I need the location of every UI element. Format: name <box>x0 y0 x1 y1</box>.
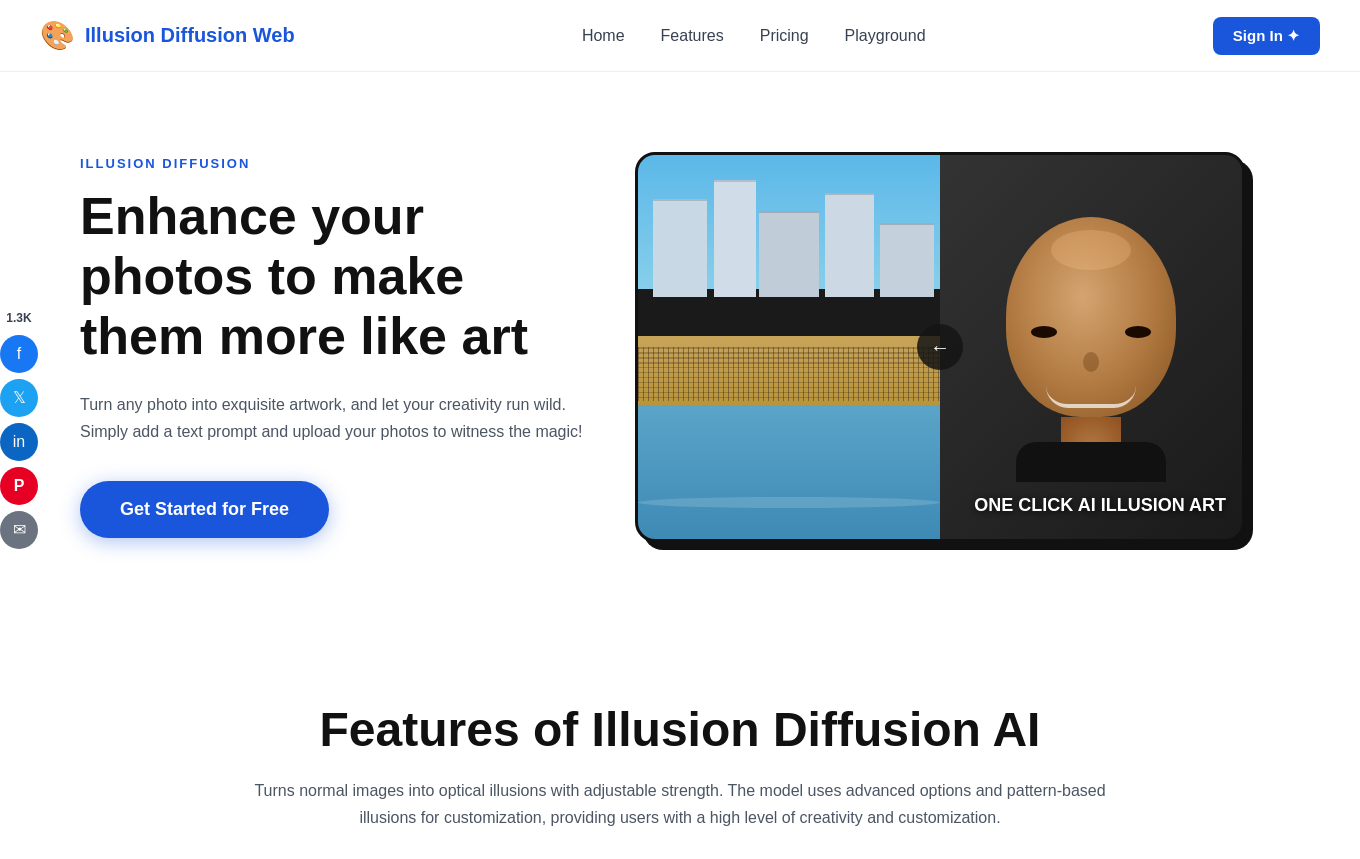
features-description: Turns normal images into optical illusio… <box>230 777 1130 831</box>
hero-face-side <box>940 155 1242 539</box>
features-title: Features of Illusion Diffusion AI <box>40 702 1320 757</box>
twitter-share-button[interactable]: 𝕏 <box>0 379 38 417</box>
linkedin-share-button[interactable]: in <box>0 423 38 461</box>
nav-playground[interactable]: Playground <box>845 27 926 44</box>
cta-button[interactable]: Get Started for Free <box>80 481 329 538</box>
social-sidebar: 1.3K f 𝕏 in P ✉ <box>0 301 38 559</box>
navbar: 🎨 Illusion Diffusion Web Home Features P… <box>0 0 1360 72</box>
overlay-text: ONE CLICK AI ILLUSION ART <box>974 494 1226 517</box>
brand-logo[interactable]: 🎨 Illusion Diffusion Web <box>40 19 295 52</box>
split-arrow-icon: ← <box>917 324 963 370</box>
email-share-button[interactable]: ✉ <box>0 511 38 549</box>
nav-home[interactable]: Home <box>582 27 625 44</box>
hero-section: ILLUSION DIFFUSION Enhance your photos t… <box>0 72 1360 622</box>
beach-crowd <box>638 347 940 401</box>
overlay-line2: AI ILLUSION ART <box>1078 495 1226 515</box>
hero-image-area: ← ONE CLICK AI ILLUSION ART <box>600 152 1280 542</box>
overlay-line1: ONE CLICK <box>974 495 1073 515</box>
signin-button[interactable]: Sign In ✦ <box>1213 17 1320 55</box>
share-count: 1.3K <box>6 311 31 325</box>
facebook-share-button[interactable]: f <box>0 335 38 373</box>
hero-description: Turn any photo into exquisite artwork, a… <box>80 391 600 445</box>
hero-image-container: ← ONE CLICK AI ILLUSION ART <box>635 152 1245 542</box>
hero-eyebrow: ILLUSION DIFFUSION <box>80 156 600 171</box>
brand-icon: 🎨 <box>40 19 75 52</box>
nav-links: Home Features Pricing Playground <box>582 27 926 45</box>
hero-content: ILLUSION DIFFUSION Enhance your photos t… <box>80 156 600 538</box>
pinterest-share-button[interactable]: P <box>0 467 38 505</box>
hero-beach-side <box>638 155 940 539</box>
features-section: Features of Illusion Diffusion AI Turns … <box>0 622 1360 859</box>
beach-water <box>638 385 940 539</box>
hero-title: Enhance your photos to make them more li… <box>80 187 600 366</box>
brand-name: Illusion Diffusion Web <box>85 24 295 47</box>
nav-features[interactable]: Features <box>661 27 724 44</box>
nav-pricing[interactable]: Pricing <box>760 27 809 44</box>
